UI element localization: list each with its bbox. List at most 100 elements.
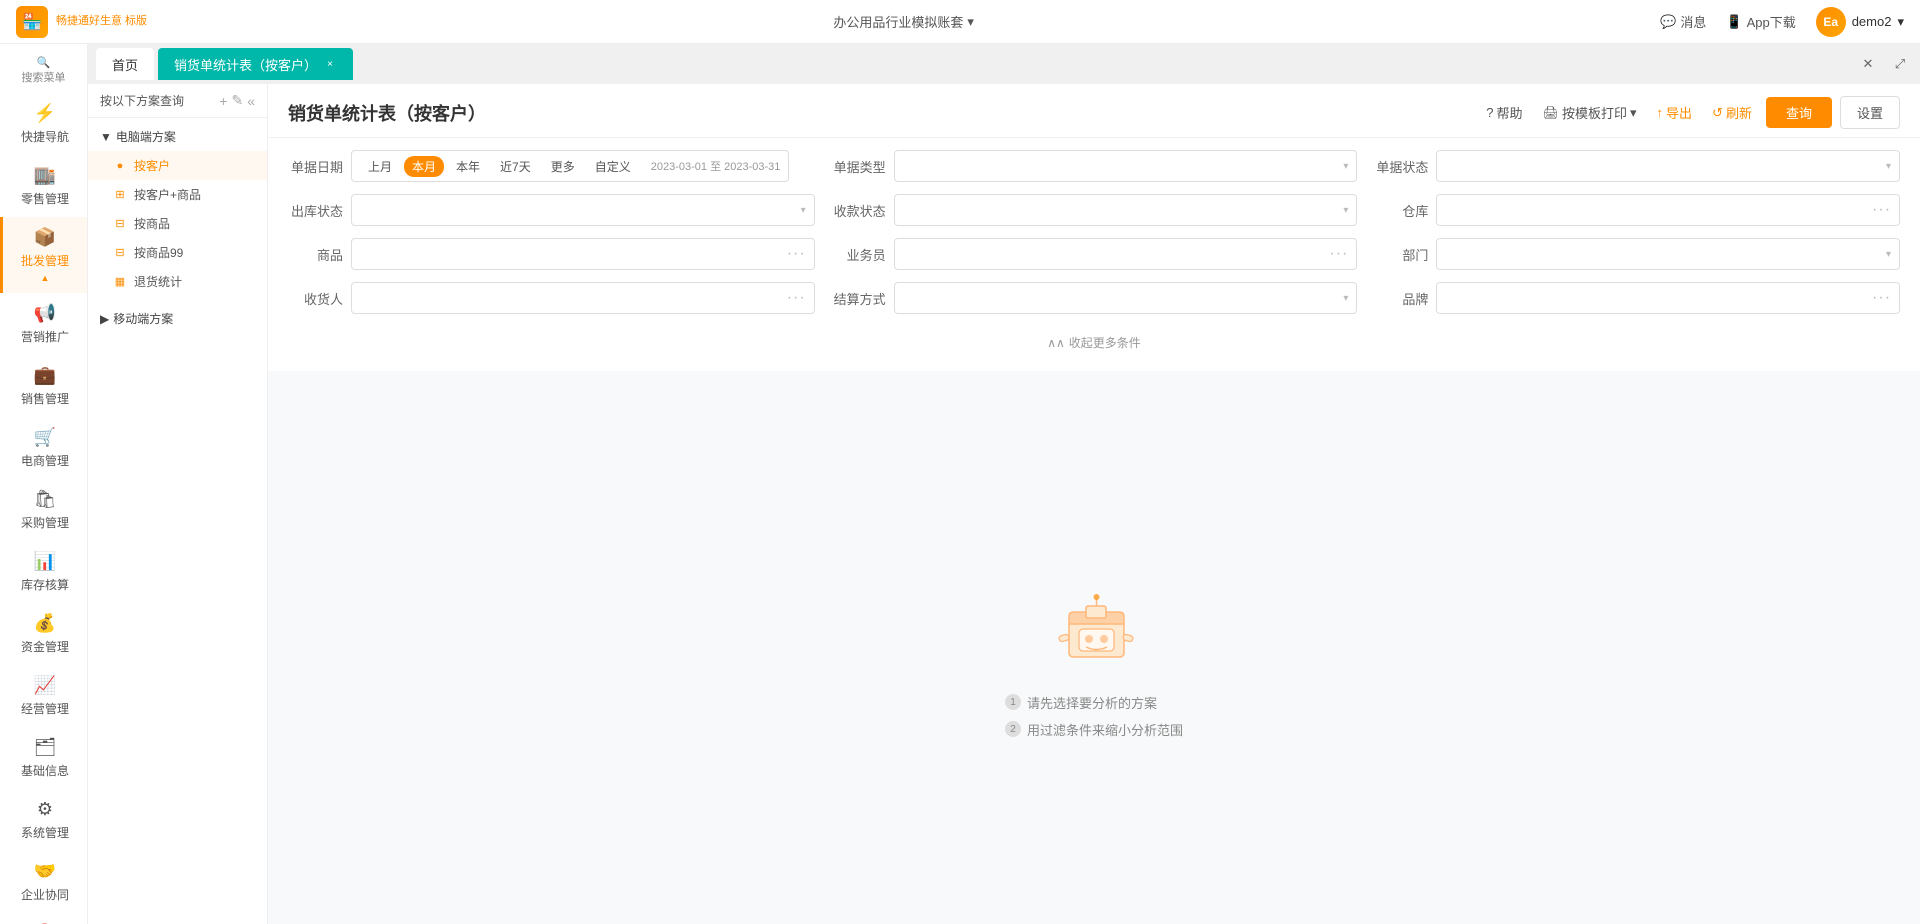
close-window-button[interactable]: ✕ xyxy=(1856,52,1880,76)
sidebar-item-retail[interactable]: 🏬 零售管理 xyxy=(0,155,87,217)
department-input[interactable]: ▾ xyxy=(1436,238,1900,270)
salesperson-input[interactable]: ··· xyxy=(894,238,1358,270)
settlement-input[interactable]: ▾ xyxy=(894,282,1358,314)
payment-input[interactable]: ▾ xyxy=(894,194,1358,226)
scheme-mobile-label: 移动端方案 xyxy=(113,310,173,327)
sidebar-item-basic[interactable]: 🗂 基础信息 xyxy=(0,727,87,789)
tab-sales-stats[interactable]: 销货单统计表（按客户） × xyxy=(158,48,353,80)
export-button[interactable]: ↑ 导出 xyxy=(1651,99,1699,126)
tip2-number: 2 xyxy=(1005,721,1021,737)
sidebar-item-system[interactable]: ⚙ 系统管理 xyxy=(0,789,87,851)
filter-row-4: 收货人 ··· 结算方式 ▾ xyxy=(288,282,1900,314)
date-tab-current-year[interactable]: 本年 xyxy=(448,154,488,179)
filter-warehouse-block: 仓库 ··· xyxy=(1373,194,1900,226)
filter-brand-block: 品牌 ··· xyxy=(1373,282,1900,314)
scheme-product-label: 按商品 xyxy=(134,215,170,232)
company-select[interactable]: 办公用品行业模拟账套 ▾ xyxy=(833,12,974,31)
date-range-input[interactable]: 上月 本月 本年 近7天 更多 自定义 2023-03-01 至 2023-03… xyxy=(351,150,789,182)
sidebar-item-newbie[interactable]: 🎯 新手引导 xyxy=(0,913,87,924)
user-menu[interactable]: Ea demo2 ▾ xyxy=(1816,7,1904,37)
scheme-customer-product-icon: ⊞ xyxy=(112,187,128,203)
search-menu-label: 搜索菜单 xyxy=(4,69,83,85)
collapse-button[interactable]: ∧∧ 收起更多条件 xyxy=(288,326,1900,359)
scheme-panel: 按以下方案查询 + ✎ « ▼ 电脑端方案 ● xyxy=(88,84,268,924)
sidebar-item-purchase[interactable]: 🛍 采购管理 xyxy=(0,479,87,541)
export-label: 导出 xyxy=(1666,103,1692,122)
warehouse-input[interactable]: ··· xyxy=(1436,194,1900,226)
scheme-collapse-button[interactable]: « xyxy=(247,93,255,109)
page-content: 按以下方案查询 + ✎ « ▼ 电脑端方案 ● xyxy=(88,84,1920,924)
date-tab-more[interactable]: 更多 xyxy=(543,154,583,179)
scheme-item-customer[interactable]: ● 按客户 xyxy=(88,151,267,180)
scheme-desktop-group: ▼ 电脑端方案 ● 按客户 ⊞ 按客户+商品 ⊟ xyxy=(88,118,267,300)
scheme-edit-button[interactable]: ✎ xyxy=(231,92,243,109)
help-icon: ? xyxy=(1486,105,1493,120)
sales-icon: 💼 xyxy=(34,365,56,386)
help-button[interactable]: ? 帮助 xyxy=(1480,99,1528,126)
app-download-icon: 📱 xyxy=(1726,14,1742,30)
scheme-item-customer-product[interactable]: ⊞ 按客户+商品 xyxy=(88,180,267,209)
print-label: 按模板打印 xyxy=(1562,103,1627,122)
date-tab-last-month[interactable]: 上月 xyxy=(360,154,400,179)
scheme-item-return[interactable]: ▦ 退货统计 xyxy=(88,267,267,296)
date-tab-custom[interactable]: 自定义 xyxy=(587,154,639,179)
filter-area: 单据日期 上月 本月 本年 近7天 更多 自定义 2023-03-01 至 20… xyxy=(268,137,1920,371)
refresh-button[interactable]: ↺ 刷新 xyxy=(1706,99,1758,126)
logo-text: 畅捷通好生意 标版 xyxy=(56,14,147,28)
scheme-add-button[interactable]: + xyxy=(219,93,227,109)
purchase-icon: 🛍 xyxy=(34,489,57,510)
date-range-text: 2023-03-01 至 2023-03-31 xyxy=(651,158,781,174)
scheme-product99-icon: ⊟ xyxy=(112,245,128,261)
scheme-item-product99[interactable]: ⊟ 按商品99 xyxy=(88,238,267,267)
scheme-mobile-arrow-icon: ▶ xyxy=(100,312,109,326)
settings-button[interactable]: 设置 xyxy=(1840,96,1900,129)
query-button[interactable]: 查询 xyxy=(1766,97,1832,128)
sidebar-finance-label: 资金管理 xyxy=(21,638,69,655)
tab-close-button[interactable]: × xyxy=(323,57,337,71)
sidebar-item-finance[interactable]: 💰 资金管理 xyxy=(0,603,87,665)
sidebar-item-sales[interactable]: 💼 销售管理 xyxy=(0,355,87,417)
order-status-label: 单据状态 xyxy=(1373,157,1428,176)
date-tab-current-month[interactable]: 本月 xyxy=(404,156,444,177)
scheme-mobile-group-header[interactable]: ▶ 移动端方案 xyxy=(88,304,267,333)
avatar: Ea xyxy=(1816,7,1846,37)
order-status-arrow-icon: ▾ xyxy=(1886,161,1891,172)
message-button[interactable]: 💬 消息 xyxy=(1660,12,1706,31)
maximize-button[interactable]: ⤢ xyxy=(1888,52,1912,76)
print-arrow-icon: ▾ xyxy=(1630,105,1637,121)
retail-icon: 🏬 xyxy=(34,165,56,186)
sidebar-item-marketing[interactable]: 📢 营销推广 xyxy=(0,293,87,355)
scheme-desktop-arrow-icon: ▼ xyxy=(100,130,112,144)
sidebar-item-inventory[interactable]: 📊 库存核算 xyxy=(0,541,87,603)
title-toolbar: ? 帮助 🖨 按模板打印 ▾ ↑ 导出 xyxy=(1480,96,1900,129)
tab-home[interactable]: 首页 xyxy=(96,48,154,80)
sidebar-item-enterprise[interactable]: 🤝 企业协同 xyxy=(0,851,87,913)
order-status-input[interactable]: ▾ xyxy=(1436,150,1900,182)
sidebar-item-ecommerce[interactable]: 🛒 电商管理 xyxy=(0,417,87,479)
stock-arrow-icon: ▾ xyxy=(801,205,806,216)
sidebar-ecommerce-label: 电商管理 xyxy=(21,452,69,469)
sidebar-item-wholesale[interactable]: 📦 批发管理 ▲ xyxy=(0,217,87,293)
close-window-icon: ✕ xyxy=(1863,56,1874,72)
warehouse-dots-icon: ··· xyxy=(1872,201,1891,219)
sidebar-item-quick-nav[interactable]: ⚡ 快捷导航 xyxy=(0,93,87,155)
sidebar: 🔍 搜索菜单 ⚡ 快捷导航 🏬 零售管理 📦 批发管理 ▲ 📢 营销推广 💼 销… xyxy=(0,44,88,924)
operation-icon: 📈 xyxy=(34,675,56,696)
date-tab-7days[interactable]: 近7天 xyxy=(492,154,539,179)
scheme-desktop-group-header[interactable]: ▼ 电脑端方案 xyxy=(88,122,267,151)
receiver-input[interactable]: ··· xyxy=(351,282,815,314)
main-layout: 🔍 搜索菜单 ⚡ 快捷导航 🏬 零售管理 📦 批发管理 ▲ 📢 营销推广 💼 销… xyxy=(0,44,1920,924)
order-type-input[interactable]: ▾ xyxy=(894,150,1358,182)
product-input[interactable]: ··· xyxy=(351,238,815,270)
search-menu[interactable]: 🔍 搜索菜单 xyxy=(0,44,87,93)
scheme-panel-header: 按以下方案查询 + ✎ « xyxy=(88,84,267,118)
scheme-item-product[interactable]: ⊟ 按商品 xyxy=(88,209,267,238)
print-button[interactable]: 🖨 按模板打印 ▾ xyxy=(1536,99,1642,126)
stock-input[interactable]: ▾ xyxy=(351,194,815,226)
scheme-return-icon: ▦ xyxy=(112,274,128,290)
sidebar-item-operation[interactable]: 📈 经营管理 xyxy=(0,665,87,727)
app-download-button[interactable]: 📱 App下载 xyxy=(1726,12,1795,31)
scheme-product99-label: 按商品99 xyxy=(134,244,183,261)
brand-input[interactable]: ··· xyxy=(1436,282,1900,314)
tip2-text: 用过滤条件来缩小分析范围 xyxy=(1027,720,1183,739)
